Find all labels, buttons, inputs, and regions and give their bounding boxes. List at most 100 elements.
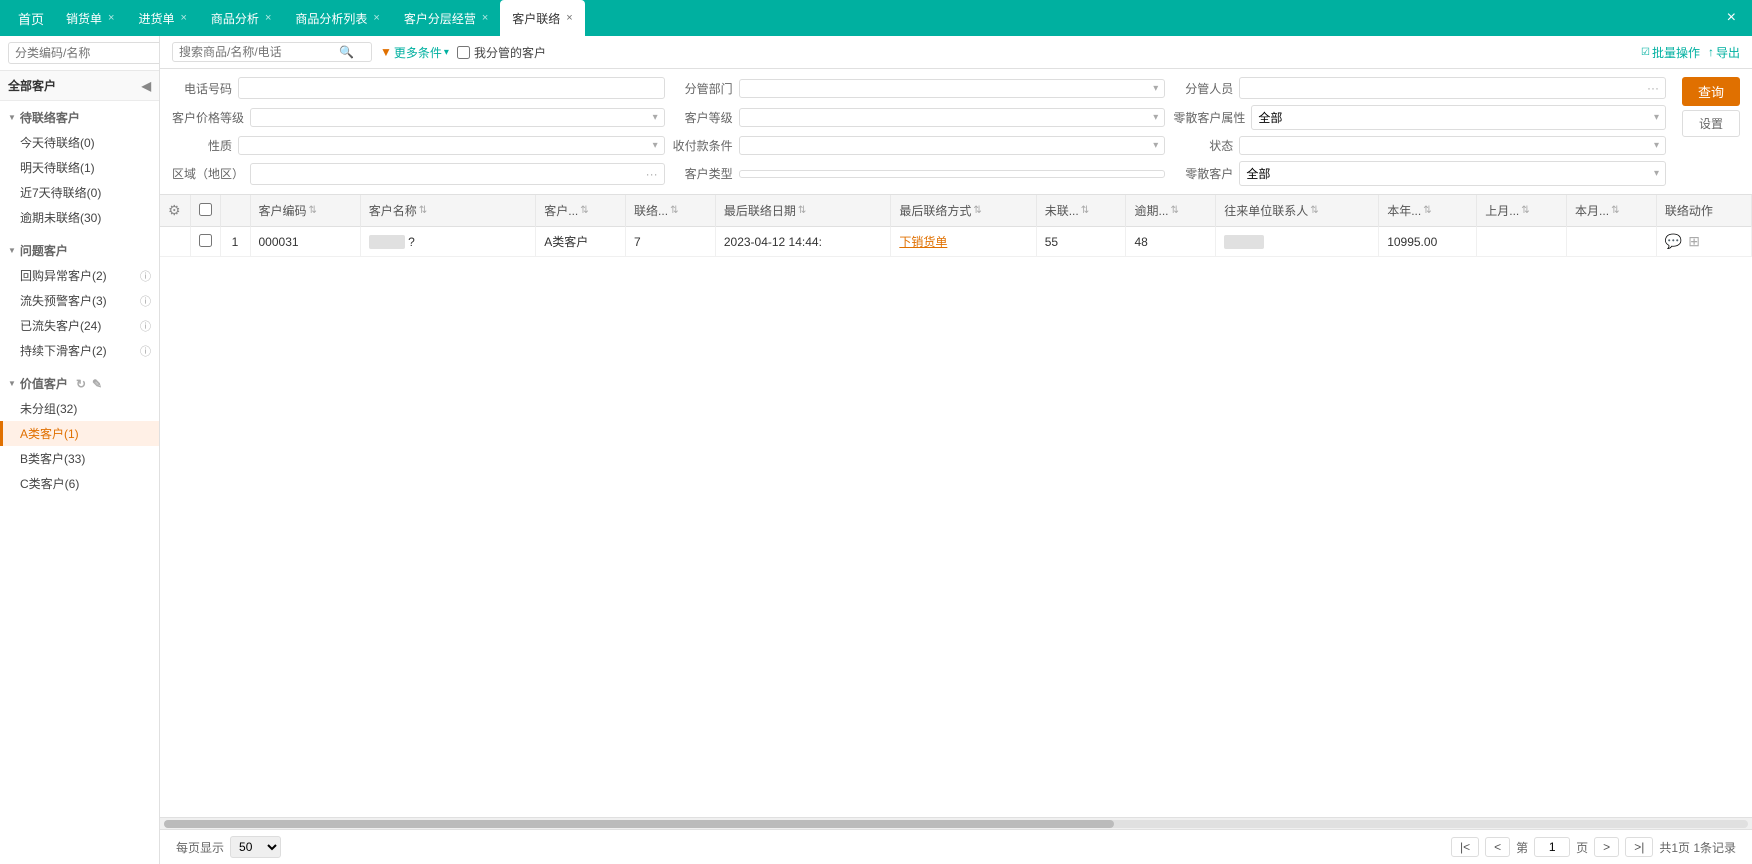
sidebar-item-a-class[interactable]: A类客户(1) — [0, 421, 159, 446]
prev-page-btn[interactable]: < — [1485, 837, 1510, 857]
filter-scatter-prop: 零散客户属性 全部 ▾ — [1173, 105, 1666, 130]
row-checkbox[interactable] — [199, 234, 212, 247]
region-select[interactable]: ··· — [250, 163, 665, 185]
chat-icon[interactable]: 💬 — [1665, 233, 1682, 250]
main-search-input[interactable] — [179, 45, 339, 59]
payment-select[interactable]: ▾ — [739, 136, 1166, 155]
th-checkbox — [190, 195, 220, 227]
sidebar-item-c-class[interactable]: C类客户(6) — [0, 471, 159, 496]
sidebar-item-7days[interactable]: 近7天待联络(0) — [0, 180, 159, 205]
more-filters-btn[interactable]: ▼ 更多条件 ▾ — [380, 44, 449, 61]
nav-tab-purchase[interactable]: 进货单 × — [126, 0, 198, 36]
close-icon[interactable]: × — [108, 12, 114, 24]
nav-home[interactable]: 首页 — [8, 9, 54, 28]
scrollbar-track[interactable] — [164, 820, 1748, 828]
cust-type-select[interactable] — [739, 170, 1166, 178]
scatter-prop-select[interactable]: 全部 ▾ — [1251, 105, 1666, 130]
close-icon[interactable]: × — [482, 12, 488, 24]
masked-unit-contact: RE . — [1224, 235, 1264, 249]
settings-button[interactable]: 设置 — [1682, 110, 1740, 137]
dots-icon[interactable]: ··· — [1647, 81, 1659, 95]
nature-select[interactable]: ▾ — [238, 136, 665, 155]
sort-icon[interactable]: ⇅ — [1423, 205, 1431, 216]
sidebar-all-customers-header[interactable]: 全部客户 ◀ — [0, 71, 159, 101]
per-page-select[interactable]: 50 100 200 — [230, 836, 281, 858]
sort-icon[interactable]: ⇅ — [1521, 205, 1529, 216]
sort-icon[interactable]: ⇅ — [1081, 205, 1089, 216]
filter-row-2: 客户价格等级 ▾ 客户等级 ▾ — [172, 105, 1666, 130]
filter-nature: 性质 ▾ — [172, 136, 665, 155]
collapse-icon[interactable]: ◀ — [142, 79, 151, 93]
close-icon[interactable]: × — [180, 12, 186, 24]
sidebar-item-tomorrow[interactable]: 明天待联络(1) — [0, 155, 159, 180]
query-button[interactable]: 查询 — [1682, 77, 1740, 106]
sidebar-item-churn-warning[interactable]: 流失预警客户(3) ⓘ — [0, 288, 159, 313]
td-checkbox — [190, 227, 220, 257]
status-select[interactable]: ▾ — [1239, 136, 1666, 155]
sort-icon[interactable]: ⇅ — [973, 205, 981, 216]
global-close-icon[interactable]: × — [1719, 9, 1744, 27]
td-this-year: 10995.00 — [1379, 227, 1477, 257]
sidebar-item-churned[interactable]: 已流失客户(24) ⓘ — [0, 313, 159, 338]
td-last-method[interactable]: 下销货单 — [891, 227, 1036, 257]
qr-icon[interactable]: ⊞ — [1688, 233, 1700, 250]
refresh-icon[interactable]: ↻ — [76, 377, 86, 391]
select-all-checkbox[interactable] — [199, 203, 212, 216]
nav-tab-customer-contact[interactable]: 客户联络 × — [500, 0, 584, 36]
dots-icon[interactable]: ··· — [646, 167, 658, 181]
first-page-btn[interactable]: |< — [1451, 837, 1479, 857]
close-icon[interactable]: × — [265, 12, 271, 24]
chevron-down-icon: ▾ — [1654, 168, 1659, 179]
sidebar-search-input[interactable] — [8, 42, 160, 64]
scatter-cust-select[interactable]: 全部 ▾ — [1239, 161, 1666, 186]
sidebar-item-b-class[interactable]: B类客户(33) — [0, 446, 159, 471]
export-btn[interactable]: ↑ 导出 — [1708, 44, 1740, 61]
sidebar-item-overdue[interactable]: 逾期未联络(30) — [0, 205, 159, 230]
last-page-btn[interactable]: >| — [1625, 837, 1653, 857]
close-icon[interactable]: × — [566, 12, 572, 24]
main-search-icon[interactable]: 🔍 — [339, 45, 354, 59]
nav-tab-analysis-list[interactable]: 商品分析列表 × — [283, 0, 391, 36]
nav-tab-analysis[interactable]: 商品分析 × — [199, 0, 283, 36]
person-select[interactable]: ··· — [1239, 77, 1666, 99]
gear-icon[interactable]: ⚙ — [168, 202, 181, 218]
th-unit-contact: 往来单位联系人⇅ — [1216, 195, 1379, 227]
sidebar-group-value-title[interactable]: ▼ 价值客户 ↻ ✎ — [0, 371, 159, 396]
sidebar-group-pending-title[interactable]: ▼ 待联络客户 — [0, 105, 159, 130]
nav-tab-sales[interactable]: 销货单 × — [54, 0, 126, 36]
sidebar-group-problem-title[interactable]: ▼ 问题客户 — [0, 238, 159, 263]
th-last-month: 上月...⇅ — [1477, 195, 1567, 227]
cust-grade-select[interactable]: ▾ — [739, 108, 1166, 127]
sort-icon[interactable]: ⇅ — [798, 205, 806, 216]
dept-select[interactable]: ▾ — [739, 79, 1166, 98]
phone-input[interactable] — [238, 77, 665, 99]
close-icon[interactable]: × — [373, 12, 379, 24]
sort-icon[interactable]: ⇅ — [1171, 205, 1179, 216]
sidebar-item-today[interactable]: 今天待联络(0) — [0, 130, 159, 155]
page-number-input[interactable] — [1534, 837, 1570, 857]
sidebar-item-abnormal[interactable]: 回购异常客户(2) ⓘ — [0, 263, 159, 288]
sort-icon[interactable]: ⇅ — [670, 205, 678, 216]
scrollbar-thumb[interactable] — [164, 820, 1114, 828]
price-grade-select[interactable]: ▾ — [250, 108, 665, 127]
pagination-bar: 每页显示 50 100 200 |< < 第 页 > >| 共1页 1条记录 — [160, 829, 1752, 864]
sort-icon[interactable]: ⇅ — [419, 205, 427, 216]
top-nav: 首页 销货单 × 进货单 × 商品分析 × 商品分析列表 × 客户分层经营 × … — [0, 0, 1752, 36]
my-customers-checkbox[interactable] — [457, 46, 470, 59]
th-last-date: 最后联络日期⇅ — [715, 195, 890, 227]
sort-icon[interactable]: ⇅ — [1611, 205, 1619, 216]
content-area: 🔍 ▼ 更多条件 ▾ 我分管的客户 ☑ 批量操作 ↑ 导出 — [160, 36, 1752, 864]
sort-icon[interactable]: ⇅ — [309, 205, 317, 216]
th-gear[interactable]: ⚙ — [160, 195, 190, 227]
sort-icon[interactable]: ⇅ — [580, 205, 588, 216]
horizontal-scrollbar[interactable] — [160, 817, 1752, 829]
edit-icon[interactable]: ✎ — [92, 377, 102, 391]
chevron-down-icon: ▾ — [1153, 112, 1158, 123]
sidebar-item-declining[interactable]: 持续下滑客户(2) ⓘ — [0, 338, 159, 363]
batch-op-btn[interactable]: ☑ 批量操作 — [1641, 44, 1700, 61]
nav-tab-customer-ops[interactable]: 客户分层经营 × — [392, 0, 500, 36]
sidebar-item-ungroup[interactable]: 未分组(32) — [0, 396, 159, 421]
sort-icon[interactable]: ⇅ — [1310, 205, 1318, 216]
next-page-btn[interactable]: > — [1594, 837, 1619, 857]
checkbox-icon: ☑ — [1641, 47, 1650, 58]
